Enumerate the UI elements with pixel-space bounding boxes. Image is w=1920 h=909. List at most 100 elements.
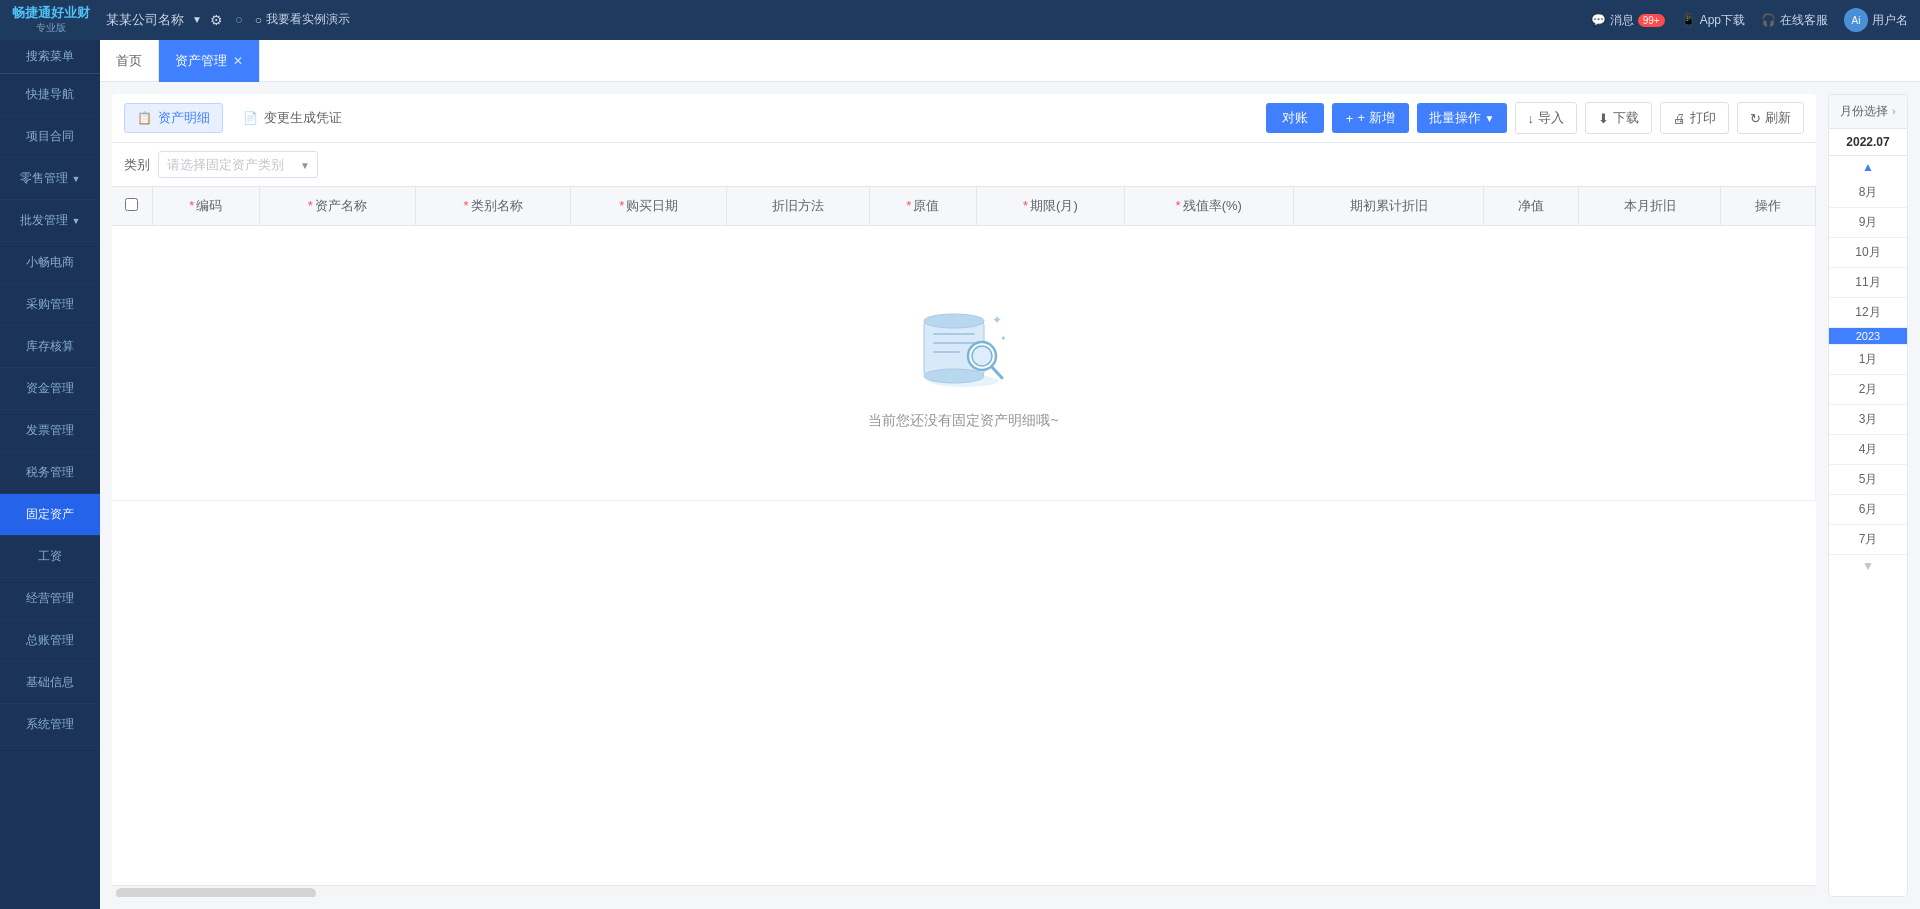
app-download-button[interactable]: 📱 App下载 (1681, 12, 1745, 29)
batch-arrow-icon: ▼ (1485, 113, 1495, 124)
month-selector-panel: 月份选择 › 2022.07 ▲ 8月 9月 10月 11月 12月 2023 … (1828, 94, 1908, 897)
sidebar-item-general-ledger[interactable]: 总账管理 (0, 620, 100, 662)
bottom-scrollbar[interactable] (112, 885, 1816, 897)
top-bar-right: 💬 消息 99+ 📱 App下载 🎧 在线客服 Ai 用户名 (1591, 8, 1908, 32)
app-title: 畅捷通好业财 (12, 5, 90, 22)
sidebar-item-inventory[interactable]: 库存核算 (0, 326, 100, 368)
import-icon: ↓ (1528, 111, 1535, 126)
sidebar-item-wholesale[interactable]: 批发管理 ▼ (0, 200, 100, 242)
message-icon: 💬 (1591, 13, 1606, 27)
th-net-value: 净值 (1484, 187, 1578, 226)
add-icon: + (1346, 111, 1354, 126)
empty-text: 当前您还没有固定资产明细哦~ (868, 412, 1058, 430)
month-item-11[interactable]: 11月 (1829, 268, 1907, 298)
sidebar-item-system[interactable]: 系统管理 (0, 704, 100, 746)
category-label: 类别 (124, 156, 150, 174)
th-original-value: *原值 (869, 187, 977, 226)
company-name: 某某公司名称 (106, 11, 184, 29)
sidebar-item-invoice[interactable]: 发票管理 (0, 410, 100, 452)
company-dropdown-icon[interactable]: ▼ (192, 14, 202, 25)
sidebar-item-quick-nav[interactable]: 快捷导航 (0, 74, 100, 116)
add-button[interactable]: + + 新增 (1332, 103, 1409, 133)
sidebar: 搜索菜单 快捷导航 项目合同 零售管理 ▼ 批发管理 ▼ 小畅电商 采购管理 库 (0, 40, 100, 909)
sidebar-item-tax[interactable]: 税务管理 (0, 452, 100, 494)
tab-home[interactable]: 首页 (100, 40, 159, 82)
month-item-4[interactable]: 4月 (1829, 435, 1907, 465)
user-profile[interactable]: Ai 用户名 (1844, 8, 1908, 32)
sidebar-item-basic-info[interactable]: 基础信息 (0, 662, 100, 704)
svg-point-8 (972, 346, 992, 366)
month-item-3[interactable]: 3月 (1829, 405, 1907, 435)
th-code: *编码 (152, 187, 260, 226)
content-area: 首页 资产管理 ✕ 📋 资产明细 📄 变更生成凭证 (100, 40, 1920, 909)
month-item-8[interactable]: 8月 (1829, 178, 1907, 208)
empty-illustration: ✦ ✦ (904, 296, 1024, 396)
change-voucher-icon: 📄 (243, 111, 258, 125)
month-item-10[interactable]: 10月 (1829, 238, 1907, 268)
download-button[interactable]: ⬇ 下载 (1585, 102, 1652, 134)
sidebar-item-operations[interactable]: 经营管理 (0, 578, 100, 620)
sidebar-item-ecommerce[interactable]: 小畅电商 (0, 242, 100, 284)
app-logo: 畅捷通好业财 专业版 (12, 5, 98, 36)
messages-button[interactable]: 💬 消息 99+ (1591, 12, 1665, 29)
user-name: 用户名 (1872, 12, 1908, 29)
sub-tabs-toolbar: 📋 资产明细 📄 变更生成凭证 对账 + + 新增 (112, 94, 1816, 143)
th-checkbox (112, 187, 152, 226)
online-service-button[interactable]: 🎧 在线客服 (1761, 12, 1828, 29)
refresh-button[interactable]: ↻ 刷新 (1737, 102, 1804, 134)
app-subtitle: 专业版 (12, 21, 90, 35)
month-item-6[interactable]: 6月 (1829, 495, 1907, 525)
app-download-icon: 📱 (1681, 13, 1696, 27)
messages-badge: 99+ (1638, 14, 1665, 27)
service-icon: 🎧 (1761, 13, 1776, 27)
svg-point-5 (924, 314, 984, 328)
main-layout: 搜索菜单 快捷导航 项目合同 零售管理 ▼ 批发管理 ▼ 小畅电商 采购管理 库 (0, 40, 1920, 909)
month-selector-header: 月份选择 › (1829, 95, 1907, 129)
asset-detail-icon: 📋 (137, 111, 152, 125)
month-item-12[interactable]: 12月 (1829, 298, 1907, 328)
reconcile-button[interactable]: 对账 (1266, 103, 1324, 133)
sidebar-item-purchase[interactable]: 采购管理 (0, 284, 100, 326)
month-nav-down-button[interactable]: ▼ (1829, 555, 1907, 577)
sidebar-item-retail[interactable]: 零售管理 ▼ (0, 158, 100, 200)
select-all-checkbox[interactable] (125, 198, 138, 211)
month-item-1[interactable]: 1月 (1829, 345, 1907, 375)
category-select[interactable]: 请选择固定资产类别 (158, 151, 318, 178)
th-monthly-depreciation: 本月折旧 (1578, 187, 1721, 226)
import-button[interactable]: ↓ 导入 (1515, 102, 1578, 134)
filter-bar: 类别 请选择固定资产类别 (112, 143, 1816, 187)
th-residual-rate: *残值率(%) (1124, 187, 1293, 226)
settings-icon[interactable]: ⚙ (210, 12, 223, 28)
empty-state-cell: ✦ ✦ 当前您还没有固定资产明细哦~ (112, 226, 1816, 501)
category-select-container[interactable]: 请选择固定资产类别 (158, 151, 318, 178)
month-item-9[interactable]: 9月 (1829, 208, 1907, 238)
sidebar-item-project-contract[interactable]: 项目合同 (0, 116, 100, 158)
toolbar-right: 对账 + + 新增 批量操作 ▼ ↓ 导入 (1266, 102, 1804, 134)
th-category-name: *类别名称 (415, 187, 571, 226)
search-menu-label[interactable]: 搜索菜单 (26, 49, 74, 63)
month-item-2[interactable]: 2月 (1829, 375, 1907, 405)
print-button[interactable]: 🖨 打印 (1660, 102, 1729, 134)
batch-ops-button[interactable]: 批量操作 ▼ (1417, 103, 1507, 133)
sub-tab-asset-detail[interactable]: 📋 资产明细 (124, 103, 223, 133)
month-nav-up-button[interactable]: ▲ (1829, 156, 1907, 178)
month-item-5[interactable]: 5月 (1829, 465, 1907, 495)
svg-point-6 (924, 369, 984, 383)
sub-tab-change-voucher[interactable]: 📄 变更生成凭证 (231, 104, 354, 132)
current-year-month: 2022.07 (1829, 129, 1907, 156)
sidebar-search[interactable]: 搜索菜单 (0, 40, 100, 74)
refresh-icon: ↻ (1750, 111, 1761, 126)
sidebar-item-salary[interactable]: 工资 (0, 536, 100, 578)
top-bar-left: 畅捷通好业财 专业版 某某公司名称 ▼ ⚙ ○ ○ 我要看实例演示 (12, 5, 350, 36)
sidebar-item-finance[interactable]: 资金管理 (0, 368, 100, 410)
month-item-7[interactable]: 7月 (1829, 525, 1907, 555)
year-2023-indicator: 2023 (1829, 328, 1907, 345)
svg-text:✦: ✦ (1000, 334, 1007, 343)
wholesale-arrow-icon: ▼ (72, 216, 81, 226)
example-link[interactable]: ○ 我要看实例演示 (255, 11, 350, 28)
tab-close-icon[interactable]: ✕ (233, 54, 243, 68)
sidebar-item-fixed-assets[interactable]: 固定资产 (0, 494, 100, 536)
tab-asset-management[interactable]: 资产管理 ✕ (159, 40, 260, 82)
svg-text:✦: ✦ (992, 313, 1002, 327)
collapse-icon[interactable]: › (1892, 106, 1895, 117)
